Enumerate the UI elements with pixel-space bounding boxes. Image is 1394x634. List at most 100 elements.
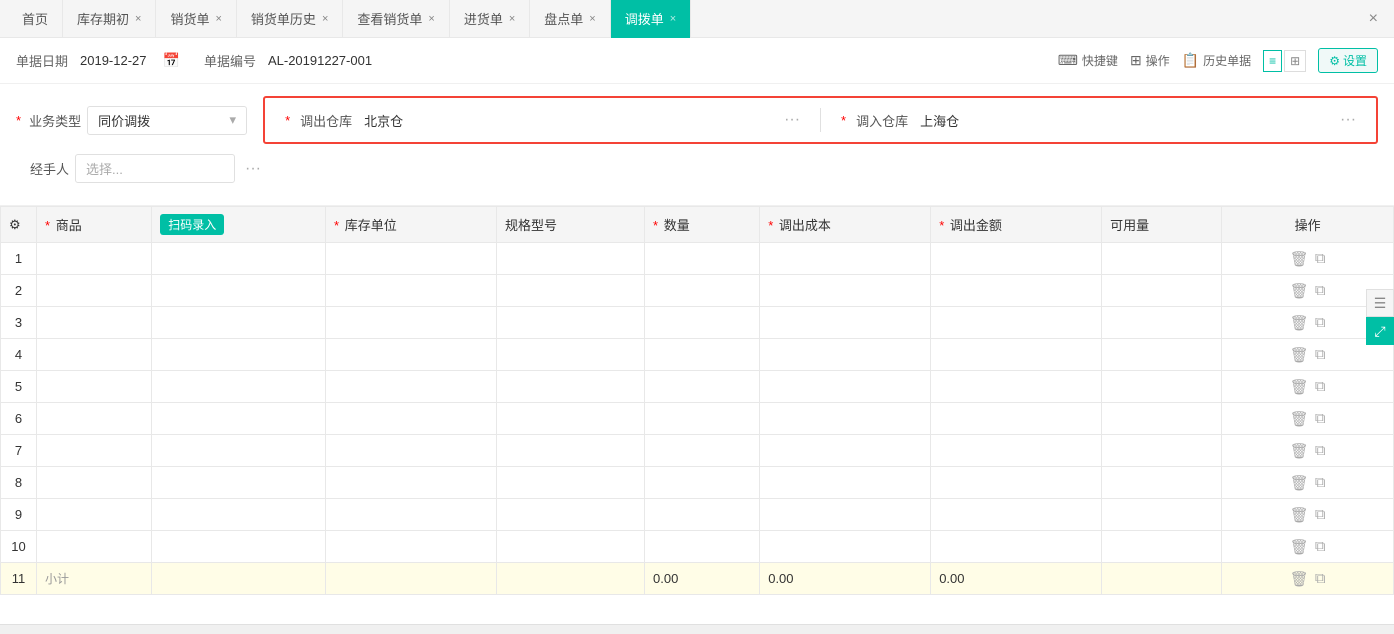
product-cell-5[interactable]: [37, 371, 152, 403]
qty-cell-7[interactable]: [645, 435, 760, 467]
close-all-tabs[interactable]: ×: [1361, 10, 1386, 28]
delete-icon-1[interactable]: 🗑: [1290, 250, 1309, 268]
delete-icon-8[interactable]: 🗑: [1290, 474, 1309, 492]
handler-select[interactable]: 选择...: [75, 154, 235, 183]
unit-cell-7[interactable]: [326, 435, 497, 467]
product-cell-7[interactable]: [37, 435, 152, 467]
delete-icon-4[interactable]: 🗑: [1290, 346, 1309, 364]
copy-icon-7[interactable]: ⧉: [1315, 442, 1326, 459]
qty-cell-6[interactable]: [645, 403, 760, 435]
copy-icon-3[interactable]: ⧉: [1315, 314, 1326, 331]
close-tab-sales-order[interactable]: ×: [215, 13, 221, 25]
cost-cell-9[interactable]: [760, 499, 931, 531]
qty-cell-10[interactable]: [645, 531, 760, 563]
copy-icon-5[interactable]: ⧉: [1315, 378, 1326, 395]
delete-icon-3[interactable]: 🗑: [1290, 314, 1309, 332]
product-cell-3[interactable]: [37, 307, 152, 339]
spec-cell-3[interactable]: [496, 307, 644, 339]
qty-cell-5[interactable]: [645, 371, 760, 403]
qty-cell-4[interactable]: [645, 339, 760, 371]
delete-icon[interactable]: 🗑: [1290, 570, 1309, 588]
copy-icon-8[interactable]: ⧉: [1315, 474, 1326, 491]
amount-cell-5[interactable]: [931, 371, 1102, 403]
unit-cell-2[interactable]: [326, 275, 497, 307]
spec-cell-5[interactable]: [496, 371, 644, 403]
tab-purchase[interactable]: 进货单 ×: [450, 0, 530, 38]
qty-cell-1[interactable]: [645, 243, 760, 275]
cost-cell-4[interactable]: [760, 339, 931, 371]
cost-cell-6[interactable]: [760, 403, 931, 435]
copy-icon-4[interactable]: ⧉: [1315, 346, 1326, 363]
tab-transfer[interactable]: 调拨单 ×: [611, 0, 691, 38]
delete-icon-9[interactable]: 🗑: [1290, 506, 1309, 524]
amount-cell-2[interactable]: [931, 275, 1102, 307]
product-cell-2[interactable]: [37, 275, 152, 307]
delete-icon-10[interactable]: 🗑: [1290, 538, 1309, 556]
delete-icon-2[interactable]: 🗑: [1290, 282, 1309, 300]
tab-home[interactable]: 首页: [8, 0, 63, 38]
unit-cell-1[interactable]: [326, 243, 497, 275]
cost-cell-2[interactable]: [760, 275, 931, 307]
tab-inventory-check[interactable]: 盘点单 ×: [530, 0, 610, 38]
unit-cell-10[interactable]: [326, 531, 497, 563]
unit-cell-5[interactable]: [326, 371, 497, 403]
amount-cell-3[interactable]: [931, 307, 1102, 339]
cost-cell-1[interactable]: [760, 243, 931, 275]
qty-cell-8[interactable]: [645, 467, 760, 499]
product-cell-6[interactable]: [37, 403, 152, 435]
close-tab-inventory-check[interactable]: ×: [589, 13, 595, 25]
close-tab-sales-history[interactable]: ×: [322, 13, 328, 25]
cost-cell-7[interactable]: [760, 435, 931, 467]
tab-view-sales[interactable]: 查看销货单 ×: [343, 0, 449, 38]
delete-icon-5[interactable]: 🗑: [1290, 378, 1309, 396]
cost-cell-3[interactable]: [760, 307, 931, 339]
close-tab-purchase[interactable]: ×: [509, 13, 515, 25]
scan-enter-btn[interactable]: 扫码录入: [160, 214, 224, 235]
unit-cell-6[interactable]: [326, 403, 497, 435]
spec-cell-2[interactable]: [496, 275, 644, 307]
product-cell-8[interactable]: [37, 467, 152, 499]
cost-cell-8[interactable]: [760, 467, 931, 499]
product-cell-4[interactable]: [37, 339, 152, 371]
amount-cell-4[interactable]: [931, 339, 1102, 371]
copy-icon-10[interactable]: ⧉: [1315, 538, 1326, 555]
spec-cell-8[interactable]: [496, 467, 644, 499]
tab-inventory-init[interactable]: 库存期初 ×: [63, 0, 156, 38]
qty-cell-9[interactable]: [645, 499, 760, 531]
close-tab-inventory-init[interactable]: ×: [135, 13, 141, 25]
amount-cell-8[interactable]: [931, 467, 1102, 499]
close-tab-transfer[interactable]: ×: [670, 13, 676, 25]
side-expand-icon[interactable]: ⤢: [1366, 317, 1394, 345]
in-warehouse-more[interactable]: ···: [1340, 111, 1356, 129]
shortcut-btn[interactable]: ⌨ 快捷键: [1058, 52, 1118, 69]
setting-button[interactable]: ⚙ 设置: [1318, 48, 1378, 73]
tab-sales-order[interactable]: 销货单 ×: [156, 0, 236, 38]
layout-btn-list[interactable]: ≡: [1263, 50, 1282, 72]
operation-btn[interactable]: ⊞ 操作: [1130, 52, 1170, 69]
cost-cell-10[interactable]: [760, 531, 931, 563]
unit-cell-8[interactable]: [326, 467, 497, 499]
product-cell-9[interactable]: [37, 499, 152, 531]
unit-cell-4[interactable]: [326, 339, 497, 371]
close-tab-view-sales[interactable]: ×: [428, 13, 434, 25]
handler-more[interactable]: ···: [245, 160, 261, 178]
spec-cell-7[interactable]: [496, 435, 644, 467]
history-btn[interactable]: 📋 历史单据: [1182, 52, 1251, 69]
spec-cell-9[interactable]: [496, 499, 644, 531]
product-cell-1[interactable]: [37, 243, 152, 275]
unit-cell-9[interactable]: [326, 499, 497, 531]
biz-type-select[interactable]: 同价调拨 ▾: [87, 106, 247, 135]
amount-cell-7[interactable]: [931, 435, 1102, 467]
amount-cell-10[interactable]: [931, 531, 1102, 563]
copy-icon-6[interactable]: ⧉: [1315, 410, 1326, 427]
amount-cell-6[interactable]: [931, 403, 1102, 435]
horizontal-scrollbar[interactable]: [0, 624, 1394, 634]
layout-btn-grid[interactable]: ⊞: [1284, 50, 1306, 72]
unit-cell-3[interactable]: [326, 307, 497, 339]
amount-cell-9[interactable]: [931, 499, 1102, 531]
copy-icon-1[interactable]: ⧉: [1315, 250, 1326, 267]
copy-icon[interactable]: ⧉: [1315, 570, 1326, 587]
copy-icon-2[interactable]: ⧉: [1315, 282, 1326, 299]
delete-icon-6[interactable]: 🗑: [1290, 410, 1309, 428]
tab-sales-history[interactable]: 销货单历史 ×: [237, 0, 343, 38]
